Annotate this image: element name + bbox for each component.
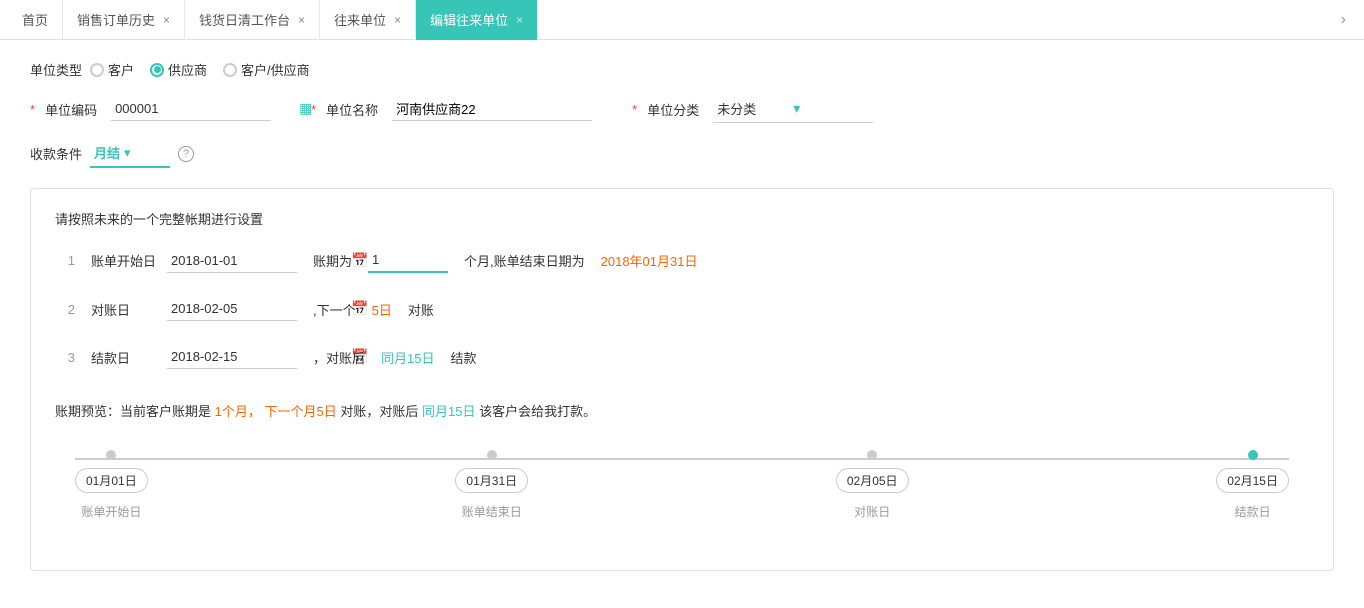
tl-badge-3: 02月05日 [836,468,909,493]
period-row-3: 3 结款日 📅 ，对账后 同月15日 结款 [55,345,1309,369]
radio-both[interactable]: 客户/供应商 [223,60,310,79]
unit-code-field[interactable]: ▦ [111,97,271,121]
timeline: 01月01日 账单开始日 01月31日 账单结束日 02月05日 对账日 02月… [55,440,1309,550]
timeline-point-2: 01月31日 账单结束日 [455,450,528,520]
timeline-point-start: 01月01日 账单开始日 [75,450,148,520]
close-contacts[interactable]: × [394,13,401,27]
tab-sales-history[interactable]: 销售订单历史 × [63,0,185,40]
period-desc-2-highlight: 5日 [372,300,392,319]
name-required: * [311,102,316,117]
period-desc-3-suffix: 结款 [450,348,476,367]
tl-badge-2: 01月31日 [455,468,528,493]
period-months-input[interactable] [368,248,448,273]
payment-select[interactable]: 月结 ▾ [90,139,170,168]
unit-type-row: 单位类型 客户 供应商 客户/供应商 [30,60,1334,79]
unit-category-value: 未分类 [717,99,793,118]
timeline-points: 01月01日 账单开始日 01月31日 账单结束日 02月05日 对账日 02月… [75,450,1289,520]
payment-value: 月结 [94,143,120,162]
period-desc-3-highlight: 同月15日 [381,348,434,367]
payment-dropdown-icon: ▾ [124,145,131,161]
unit-name-label: 单位名称 [326,100,378,119]
period-card-title: 请按照未来的一个完整帐期进行设置 [55,209,1309,228]
tl-dot-2 [487,450,497,460]
preview-part1: 1个月， [215,404,261,419]
tl-label-2: 账单结束日 [462,503,522,520]
date-input-2[interactable]: 📅 [167,297,297,321]
radio-both-circle [223,63,237,77]
unit-category-label: 单位分类 [647,100,699,119]
radio-supplier-circle [150,63,164,77]
payment-label: 收款条件 [30,144,82,163]
period-desc-3-prefix: ，对账后 [313,348,365,367]
unit-type-radio-group: 客户 供应商 客户/供应商 [90,60,310,79]
tl-badge-1: 01月01日 [75,468,148,493]
unit-name-input[interactable] [392,97,592,121]
period-label-3: 结款日 [91,348,151,367]
timeline-point-end: 02月15日 结款日 [1216,450,1289,520]
unit-code-label: 单位编码 [45,100,97,119]
period-row-2: 2 对账日 📅 ,下一个 5日 对账 [55,297,1309,321]
tabs-bar: 首页 销售订单历史 × 钱货日清工作台 × 往来单位 × 编辑往来单位 × › [0,0,1364,40]
period-num-3: 3 [55,350,75,365]
preview-part5: 该客户会给我打款。 [479,404,596,419]
period-desc-2-prefix: ,下一个 [313,300,356,319]
tl-dot-end [1248,450,1258,460]
period-desc-2-suffix: 对账 [408,300,434,319]
tl-badge-4: 02月15日 [1216,468,1289,493]
calendar-icon-1[interactable]: 📅 [351,252,368,269]
close-sales-history[interactable]: × [163,13,170,27]
date-input-3[interactable]: 📅 [167,345,297,369]
tab-cash-work[interactable]: 钱货日清工作台 × [185,0,320,40]
close-cash-work[interactable]: × [298,13,305,27]
preview-label: 账期预览：当前客户账期是 [55,404,211,419]
code-required: * [30,102,35,117]
radio-customer[interactable]: 客户 [90,60,134,79]
account-preview: 账期预览：当前客户账期是 1个月， 下一个月5日 对账，对账后 同月15日 该客… [55,389,1309,420]
period-num-1: 1 [55,253,75,268]
date-input-1[interactable]: 📅 [167,249,297,273]
payment-help-icon[interactable]: ? [178,146,194,162]
period-rows: 1 账单开始日 📅 账期为 个月,账单结束日期为 2018年01月31日 2 对… [55,248,1309,369]
unit-type-label: 单位类型 [30,60,82,79]
period-card: 请按照未来的一个完整帐期进行设置 1 账单开始日 📅 账期为 个月,账单结束日期… [30,188,1334,571]
period-months-field[interactable] [368,248,448,271]
unit-info-row: * 单位编码 ▦ * 单位名称 * 单位分类 未分类 ▾ [30,95,1334,123]
period-end-date: 2018年01月31日 [601,251,698,270]
tab-home[interactable]: 首页 [8,0,63,40]
period-row-1: 1 账单开始日 📅 账期为 个月,账单结束日期为 2018年01月31日 [55,248,1309,273]
tl-label-1: 账单开始日 [81,503,141,520]
close-edit-contact[interactable]: × [516,13,523,27]
preview-part4: 同月15日 [422,404,475,419]
radio-customer-circle [90,63,104,77]
timeline-point-3: 02月05日 对账日 [836,450,909,520]
category-required: * [632,102,637,117]
tab-more-button[interactable]: › [1331,11,1356,29]
preview-part2: 下一个月5日 [265,404,337,419]
radio-supplier[interactable]: 供应商 [150,60,207,79]
period-label-1: 账单开始日 [91,251,151,270]
tl-dot-3 [867,450,877,460]
tl-label-4: 结款日 [1235,503,1271,520]
tl-dot-start [106,450,116,460]
period-desc-suffix-1: 个月,账单结束日期为 [464,251,585,270]
unit-category-select[interactable]: 未分类 ▾ [713,95,873,123]
main-content: 单位类型 客户 供应商 客户/供应商 * 单位编码 ▦ [0,40,1364,608]
period-label-2: 对账日 [91,300,151,319]
payment-row: 收款条件 月结 ▾ ? [30,139,1334,168]
tl-label-3: 对账日 [854,503,890,520]
tab-edit-contact[interactable]: 编辑往来单位 × [416,0,538,40]
period-desc-prefix-1: 账期为 [313,251,352,270]
preview-part3: 对账，对账后 [340,404,418,419]
tab-contacts[interactable]: 往来单位 × [320,0,416,40]
period-num-2: 2 [55,302,75,317]
unit-code-input[interactable] [111,97,295,120]
category-dropdown-icon: ▾ [793,100,869,117]
